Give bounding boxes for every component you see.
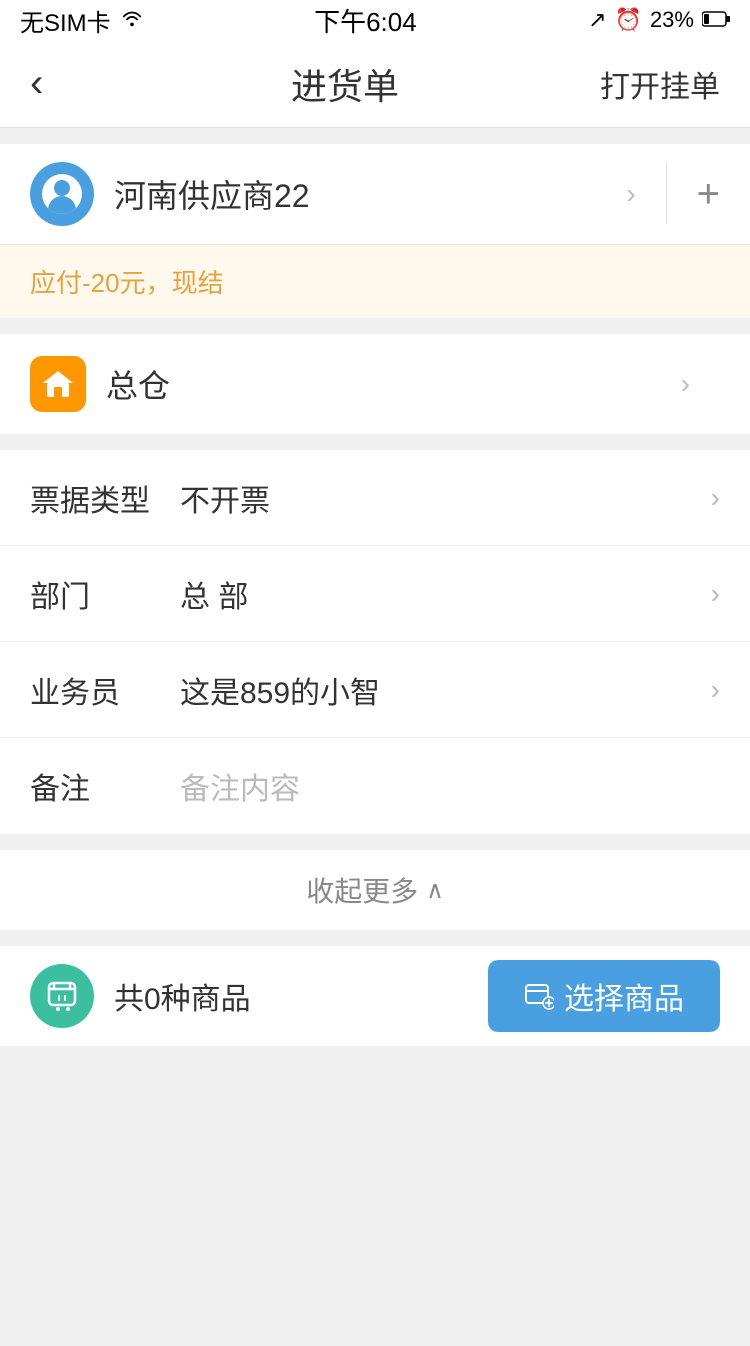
remark-label: 备注 (30, 764, 160, 808)
product-count: 共0种商品 (114, 974, 488, 1018)
salesperson-chevron-icon: › (711, 674, 720, 706)
page-title: 进货单 (291, 58, 399, 110)
warehouse-chevron-icon: › (681, 368, 690, 400)
divider-vertical (666, 164, 667, 224)
warehouse-icon (30, 356, 86, 412)
battery-icon (702, 7, 730, 33)
wifi-icon (121, 6, 143, 34)
supplier-notice: 应付-20元，现结 (0, 244, 750, 318)
background-area (0, 1046, 750, 1346)
invoice-type-label: 票据类型 (30, 476, 160, 520)
supplier-chevron-icon: › (626, 178, 635, 210)
status-right: ↗ ⏰ 23% (588, 7, 730, 33)
remark-row[interactable]: 备注 备注内容 (0, 738, 750, 834)
collapse-row[interactable]: 收起更多 ∧ (0, 850, 750, 930)
avatar-icon (42, 174, 82, 214)
carrier-text: 无SIM卡 (20, 3, 111, 38)
nav-bar: ‹ 进货单 打开挂单 (0, 40, 750, 128)
status-bar: 无SIM卡 下午6:04 ↗ ⏰ 23% (0, 0, 750, 40)
supplier-avatar (30, 162, 94, 226)
add-supplier-button[interactable]: + (697, 172, 720, 217)
back-button[interactable]: ‹ (30, 61, 90, 106)
remark-placeholder: 备注内容 (160, 764, 720, 808)
department-chevron-icon: › (711, 578, 720, 610)
form-section: 票据类型 不开票 › 部门 总 部 › 业务员 这是859的小智 › 备注 备注… (0, 450, 750, 834)
department-value: 总 部 (160, 572, 711, 616)
status-time: 下午6:04 (314, 2, 417, 39)
supplier-name: 河南供应商22 (114, 171, 626, 217)
alarm-icon: ⏰ (615, 7, 642, 33)
open-pending-button[interactable]: 打开挂单 (600, 62, 720, 106)
select-product-label: 选择商品 (564, 974, 684, 1018)
status-left: 无SIM卡 (20, 3, 143, 38)
supplier-row[interactable]: 河南供应商22 › + (0, 144, 750, 244)
collapse-icon: ∧ (426, 876, 444, 905)
salesperson-value: 这是859的小智 (160, 668, 711, 712)
salesperson-label: 业务员 (30, 668, 160, 712)
salesperson-row[interactable]: 业务员 这是859的小智 › (0, 642, 750, 738)
select-product-button[interactable]: 选择商品 (488, 960, 720, 1032)
department-label: 部门 (30, 572, 160, 616)
department-row[interactable]: 部门 总 部 › (0, 546, 750, 642)
invoice-type-row[interactable]: 票据类型 不开票 › (0, 450, 750, 546)
battery-percent: 23% (650, 7, 694, 33)
warehouse-section[interactable]: 总仓 › (0, 334, 750, 434)
cart-icon-circle (30, 964, 94, 1028)
location-icon: ↗ (588, 7, 606, 33)
invoice-type-chevron-icon: › (711, 482, 720, 514)
invoice-type-value: 不开票 (160, 476, 711, 520)
supplier-section: 河南供应商22 › + 应付-20元，现结 (0, 144, 750, 318)
footer-section: 共0种商品 选择商品 (0, 946, 750, 1046)
warehouse-name: 总仓 (106, 361, 681, 407)
section-gap-1 (0, 128, 750, 144)
collapse-label: 收起更多 (306, 870, 418, 910)
